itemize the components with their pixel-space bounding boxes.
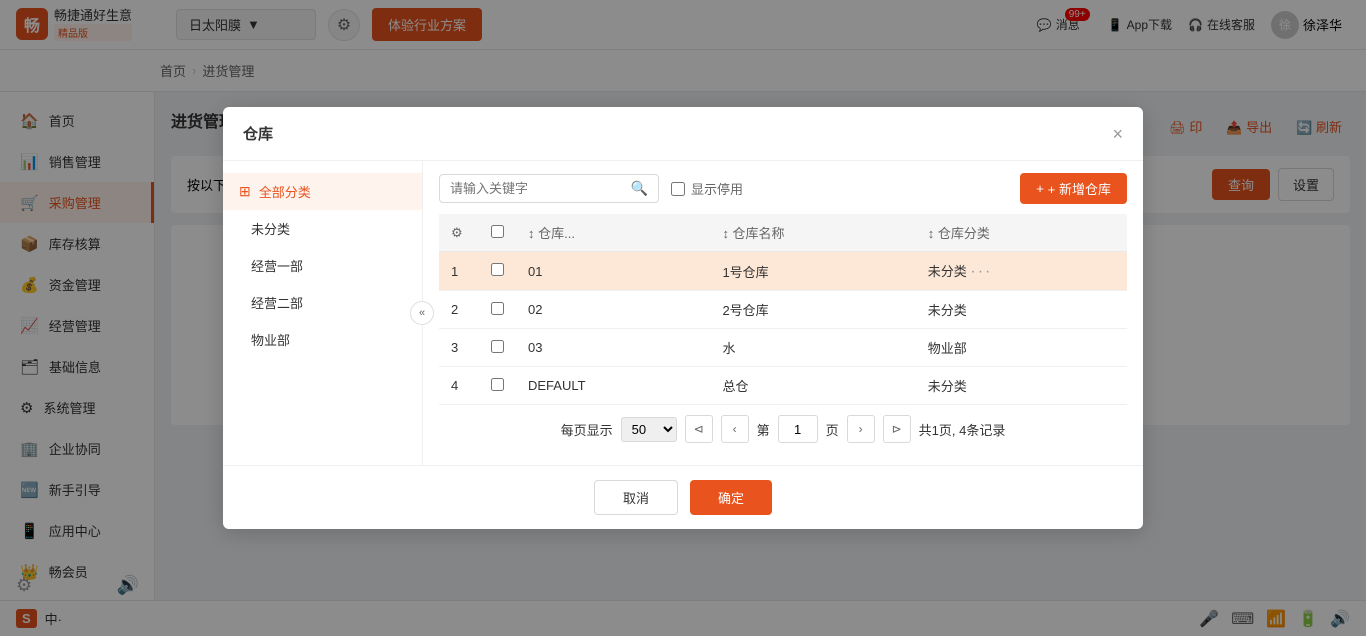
add-icon: + — [1036, 181, 1044, 196]
cell-code: 01 — [516, 252, 710, 291]
cancel-button[interactable]: 取消 — [594, 480, 678, 515]
page-label: 第 — [757, 420, 770, 439]
select-all-checkbox[interactable] — [491, 225, 504, 238]
show-disabled-label: 显示停用 — [691, 179, 743, 198]
add-warehouse-button[interactable]: + + 新增仓库 — [1020, 173, 1127, 204]
col-settings: ⚙ — [439, 214, 479, 252]
search-icon: 🔍 — [631, 180, 648, 197]
col-settings-icon: ⚙ — [451, 225, 463, 240]
modal-title: 仓库 — [243, 123, 273, 144]
row-checkbox[interactable] — [491, 263, 504, 276]
next-page-button[interactable]: › — [847, 415, 875, 443]
table-row[interactable]: 2 02 2号仓库 未分类 — [439, 291, 1127, 329]
category-item-uncat[interactable]: 未分类 — [223, 210, 422, 247]
collapse-sidebar-button[interactable]: « — [410, 301, 434, 325]
table-body: 1 01 1号仓库 未分类 ··· 2 — [439, 252, 1127, 405]
col-name: ↕ 仓库名称 — [710, 214, 915, 252]
category-item-prop[interactable]: 物业部 — [223, 321, 422, 358]
cell-name: 水 — [710, 329, 915, 367]
row-checkbox[interactable] — [491, 378, 504, 391]
warehouse-table: ⚙ ↕ 仓库... ↕ 仓库名称 — [439, 214, 1127, 405]
page-number-input[interactable] — [778, 415, 818, 443]
confirm-button[interactable]: 确定 — [690, 480, 772, 515]
cell-category: 未分类 ··· — [916, 252, 1127, 291]
table-scroll-area: ⚙ ↕ 仓库... ↕ 仓库名称 — [439, 214, 1127, 405]
row-checkbox[interactable] — [491, 302, 504, 315]
per-page-label: 每页显示 — [561, 420, 613, 439]
cell-category: 未分类 — [916, 291, 1127, 329]
toolbar-left: 🔍 显示停用 — [439, 174, 743, 203]
first-page-button[interactable]: ⊲ — [685, 415, 713, 443]
cell-check — [479, 291, 516, 329]
col-category: ↕ 仓库分类 — [916, 214, 1127, 252]
cell-name: 总仓 — [710, 367, 915, 405]
cell-check — [479, 252, 516, 291]
cell-category: 物业部 — [916, 329, 1127, 367]
category-sidebar: ⊞ 全部分类 未分类 经营一部 经营二部 物业部 « — [223, 161, 423, 465]
cell-num: 1 — [439, 252, 479, 291]
last-page-button[interactable]: ⊳ — [883, 415, 911, 443]
table-area: 🔍 显示停用 + + 新增仓库 — [423, 161, 1143, 465]
search-input[interactable] — [450, 181, 625, 196]
total-records: 共1页, 4条记录 — [919, 420, 1006, 439]
cell-num: 3 — [439, 329, 479, 367]
table-row[interactable]: 1 01 1号仓库 未分类 ··· — [439, 252, 1127, 291]
cell-code: 03 — [516, 329, 710, 367]
cell-num: 4 — [439, 367, 479, 405]
category-all-item[interactable]: ⊞ 全部分类 — [223, 173, 422, 210]
per-page-select[interactable]: 50 10 20 100 — [621, 417, 677, 442]
cell-code: 02 — [516, 291, 710, 329]
row-actions[interactable]: ··· — [970, 263, 992, 280]
warehouse-modal: 仓库 × ⊞ 全部分类 未分类 经营一部 经营二部 — [223, 107, 1143, 529]
pagination-bar: 每页显示 50 10 20 100 ⊲ ‹ 第 页 › ⊳ 共1页, 4条记录 — [439, 405, 1127, 453]
table-toolbar: 🔍 显示停用 + + 新增仓库 — [439, 173, 1127, 204]
show-disabled-toggle: 显示停用 — [671, 179, 743, 198]
category-item-dept1[interactable]: 经营一部 — [223, 247, 422, 284]
search-box: 🔍 — [439, 174, 659, 203]
modal-header: 仓库 × — [223, 107, 1143, 161]
chevron-left-icon: « — [419, 307, 425, 319]
modal-overlay: 仓库 × ⊞ 全部分类 未分类 经营一部 经营二部 — [0, 0, 1366, 636]
cell-check — [479, 367, 516, 405]
table-row[interactable]: 3 03 水 物业部 — [439, 329, 1127, 367]
row-checkbox[interactable] — [491, 340, 504, 353]
table-row[interactable]: 4 DEFAULT 总仓 未分类 — [439, 367, 1127, 405]
show-disabled-checkbox[interactable] — [671, 182, 685, 196]
cell-code: DEFAULT — [516, 367, 710, 405]
modal-body: ⊞ 全部分类 未分类 经营一部 经营二部 物业部 « — [223, 161, 1143, 465]
modal-footer: 取消 确定 — [223, 465, 1143, 529]
cell-name: 2号仓库 — [710, 291, 915, 329]
prev-page-button[interactable]: ‹ — [721, 415, 749, 443]
modal-close-button[interactable]: × — [1112, 125, 1123, 143]
cell-check — [479, 329, 516, 367]
grid-icon: ⊞ — [239, 183, 251, 200]
category-all-label: 全部分类 — [259, 182, 311, 201]
col-checkbox — [479, 214, 516, 252]
col-code: ↕ 仓库... — [516, 214, 710, 252]
cell-name: 1号仓库 — [710, 252, 915, 291]
table-header: ⚙ ↕ 仓库... ↕ 仓库名称 — [439, 214, 1127, 252]
category-item-dept2[interactable]: 经营二部 — [223, 284, 422, 321]
page-suffix: 页 — [826, 420, 839, 439]
cell-category: 未分类 — [916, 367, 1127, 405]
cell-num: 2 — [439, 291, 479, 329]
